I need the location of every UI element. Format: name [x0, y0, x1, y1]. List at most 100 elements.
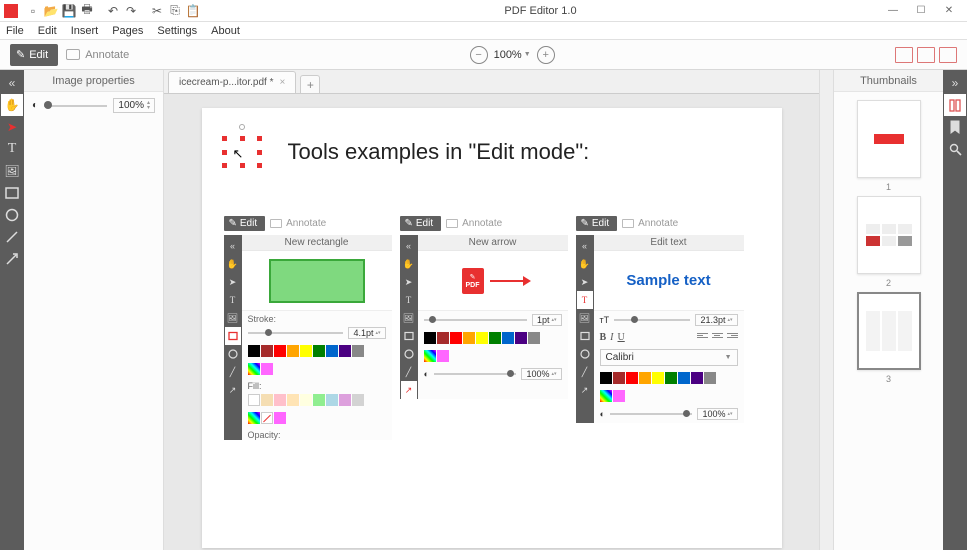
print-icon[interactable]: 🖶 — [80, 4, 94, 18]
arrow-tool-icon: ↗ — [225, 381, 241, 399]
size-slider — [614, 319, 690, 321]
tab-close-icon[interactable]: × — [279, 77, 285, 88]
mini-toolbar: « ✋ ➤ T 🖼 ╱ ↗ — [400, 235, 418, 399]
resize-handle[interactable] — [222, 136, 227, 141]
view-single-icon[interactable] — [895, 47, 913, 63]
pencil-icon: ✎ — [581, 218, 589, 229]
rectangle-preview — [242, 251, 392, 311]
opacity-icon: ◐ — [600, 409, 605, 419]
undo-icon[interactable]: ↶ — [106, 4, 120, 18]
opacity-value: 100%▴▾ — [521, 368, 561, 380]
opacity-icon: ◐ — [32, 100, 38, 111]
rotate-handle-icon[interactable] — [239, 124, 245, 130]
text-tool-icon: T — [401, 291, 417, 309]
thumbnails-tab[interactable] — [944, 94, 966, 116]
menu-pages[interactable]: Pages — [112, 25, 143, 37]
document-tabs: icecream-p...itor.pdf * × + — [164, 70, 819, 94]
menu-file[interactable]: File — [6, 25, 24, 37]
mode-toolbar: ✎ Edit Annotate − 100% ▼ + — [0, 40, 967, 70]
text-tool[interactable]: T — [1, 138, 23, 160]
paste-icon[interactable]: 📋 — [186, 4, 200, 18]
zoom-out-button[interactable]: − — [470, 46, 488, 64]
page-content: ↖ Tools examples in "Edit mode": ✎Edit A… — [202, 108, 782, 548]
align-left-icon — [697, 333, 708, 342]
arrow-tool[interactable] — [1, 248, 23, 270]
selected-object[interactable]: ↖ — [224, 138, 260, 166]
select-tool[interactable]: ➤ — [1, 116, 23, 138]
resize-handle[interactable] — [222, 150, 227, 155]
collapse-icon[interactable]: » — [944, 72, 966, 94]
right-toolbar: » — [943, 70, 967, 550]
vertical-scrollbar[interactable] — [819, 70, 833, 550]
bookmarks-tab[interactable] — [944, 116, 966, 138]
mini-annotate-button: Annotate — [270, 218, 326, 229]
resize-handle[interactable] — [222, 163, 227, 168]
open-file-icon[interactable]: 📂 — [44, 4, 58, 18]
hand-tool[interactable]: ✋ — [1, 94, 23, 116]
annotate-mode-button[interactable]: Annotate — [66, 49, 129, 61]
maximize-button[interactable]: ☐ — [907, 2, 935, 20]
collapse-icon: « — [401, 237, 417, 255]
menu-settings[interactable]: Settings — [157, 25, 197, 37]
zoom-dropdown[interactable]: 100% ▼ — [494, 49, 531, 61]
pencil-icon: ✎ — [405, 218, 413, 229]
rectangle-tool[interactable] — [1, 182, 23, 204]
redo-icon[interactable]: ↷ — [124, 4, 138, 18]
circle-tool-icon — [577, 345, 593, 363]
spinner-icon[interactable]: ▴▾ — [147, 101, 150, 111]
line-tool-icon: ╱ — [401, 363, 417, 381]
menu-about[interactable]: About — [211, 25, 240, 37]
mini-annotate-button: Annotate — [446, 218, 502, 229]
image-tool[interactable]: 🖼 — [1, 160, 23, 182]
mini-edit-button: ✎Edit — [400, 216, 442, 231]
resize-handle[interactable] — [240, 136, 245, 141]
example-panel-rectangle: ✎Edit Annotate « ✋ ➤ T 🖼 — [224, 216, 392, 440]
resize-handle[interactable] — [257, 136, 262, 141]
thumbnail-page-3[interactable] — [857, 292, 921, 370]
arrow-shape — [490, 280, 524, 282]
thumbnail-page-2[interactable] — [857, 196, 921, 274]
comment-icon — [446, 219, 458, 228]
collapse-icon[interactable]: « — [1, 72, 23, 94]
thumbnail-number: 1 — [886, 182, 891, 192]
opacity-value-input[interactable]: 100% ▴▾ — [113, 98, 155, 113]
line-tool[interactable] — [1, 226, 23, 248]
font-size-icon: ᴛT — [600, 315, 610, 325]
image-tool-icon: 🖼 — [401, 309, 417, 327]
mini-header: New arrow — [418, 235, 568, 251]
menu-edit[interactable]: Edit — [38, 25, 57, 37]
copy-icon[interactable]: ⎘ — [168, 4, 182, 18]
save-icon[interactable]: 💾 — [62, 4, 76, 18]
select-tool-icon: ➤ — [401, 273, 417, 291]
mini-toolbar: « ✋ ➤ T 🖼 ╱ ↗ — [576, 235, 594, 423]
opacity-slider[interactable] — [44, 105, 107, 107]
edit-mode-button[interactable]: ✎ Edit — [10, 44, 58, 66]
stroke-value: 4.1pt▴▾ — [348, 327, 385, 339]
view-continuous-icon[interactable] — [939, 47, 957, 63]
comment-icon — [622, 219, 634, 228]
zoom-in-button[interactable]: + — [537, 46, 555, 64]
resize-handle[interactable] — [240, 163, 245, 168]
image-tool-icon: 🖼 — [225, 309, 241, 327]
tab-document[interactable]: icecream-p...itor.pdf * × — [168, 71, 296, 93]
image-tool-icon: 🖼 — [577, 309, 593, 327]
cut-icon[interactable]: ✂ — [150, 4, 164, 18]
stroke-label: Stroke: — [242, 311, 392, 324]
minimize-button[interactable]: — — [879, 2, 907, 20]
chevron-down-icon: ▼ — [524, 51, 531, 58]
view-double-icon[interactable] — [917, 47, 935, 63]
new-tab-button[interactable]: + — [300, 75, 320, 93]
close-button[interactable]: ✕ — [935, 2, 963, 20]
thumbnail-page-1[interactable] — [857, 100, 921, 178]
mini-toolbar: « ✋ ➤ T 🖼 ╱ ↗ — [224, 235, 242, 440]
resize-handle[interactable] — [257, 163, 262, 168]
new-file-icon[interactable]: ▫ — [26, 4, 40, 18]
circle-tool[interactable] — [1, 204, 23, 226]
document-scroll[interactable]: ↖ Tools examples in "Edit mode": ✎Edit A… — [164, 94, 819, 550]
font-name: Calibri — [606, 352, 634, 363]
menu-insert[interactable]: Insert — [71, 25, 99, 37]
text-tool-icon: T — [577, 291, 593, 309]
search-tab[interactable] — [944, 138, 966, 160]
resize-handle[interactable] — [257, 150, 262, 155]
zoom-controls: − 100% ▼ + — [470, 46, 555, 64]
